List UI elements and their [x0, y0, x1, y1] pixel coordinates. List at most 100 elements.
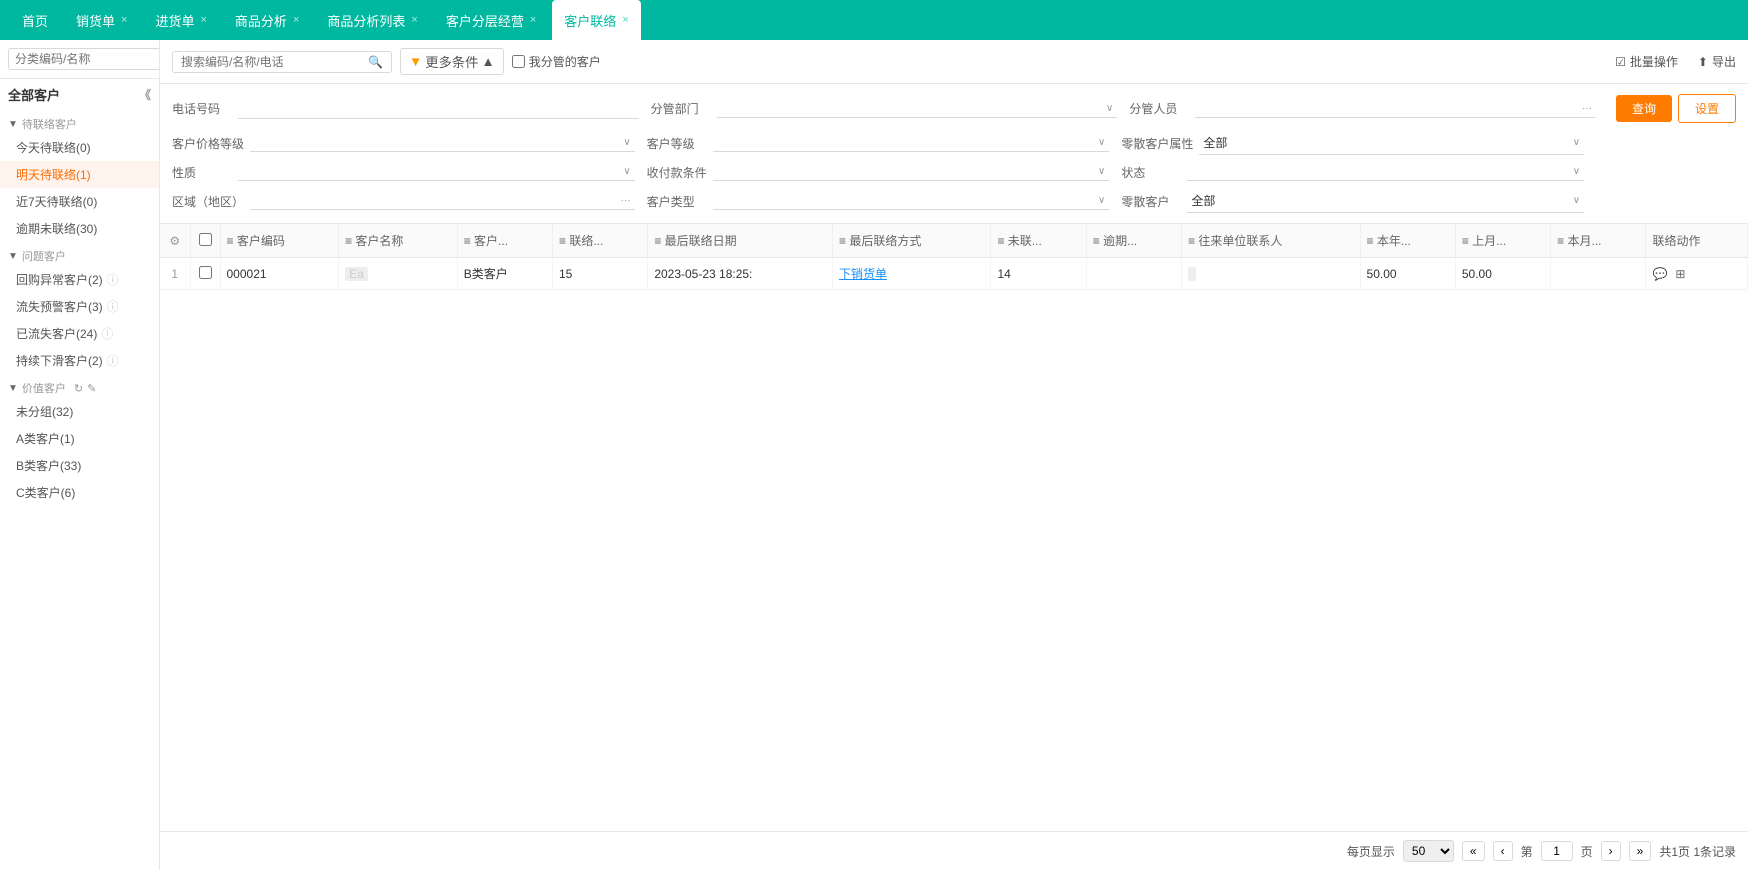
close-icon[interactable]: ×	[200, 14, 206, 26]
phone-input[interactable]	[238, 98, 639, 119]
payment-select[interactable]: ∨	[713, 163, 1110, 181]
sidebar-item-overdue[interactable]: 逾期未联络(30)	[0, 215, 159, 242]
filter-cell-region: 区域（地区） ···	[172, 192, 635, 210]
query-button[interactable]: 查询	[1616, 95, 1672, 122]
nav-customer-tier[interactable]: 客户分层经营 ×	[434, 0, 548, 40]
row-select-checkbox[interactable]	[199, 266, 212, 279]
sidebar-item-declining[interactable]: 持续下滑客户(2) ⓘ	[0, 347, 159, 374]
filter-row-4: 区域（地区） ··· 客户类型 ∨ 零散客户 全部	[172, 189, 1736, 213]
row-year-amount: 50.00	[1360, 258, 1455, 290]
filter-cell-price-level: 客户价格等级 ∨	[172, 134, 635, 152]
info-icon: ⓘ	[107, 271, 119, 288]
contact-icon[interactable]: 💬	[1652, 267, 1667, 281]
retail-select[interactable]: 全部 ∨	[1187, 189, 1584, 213]
col-this-month: ≡ 本月...	[1551, 224, 1646, 258]
filter-cell-nature: 性质 ∨	[172, 163, 635, 181]
col-settings: ⚙	[160, 224, 190, 258]
filter-actions: 查询 设置	[1608, 94, 1736, 123]
bulk-action-btn[interactable]: ☑ 批量操作	[1615, 53, 1678, 70]
sidebar-item-class-a[interactable]: A类客户(1)	[0, 425, 159, 452]
my-customers-filter[interactable]: 我分管的客户	[512, 53, 601, 70]
close-icon[interactable]: ×	[622, 14, 628, 26]
next-page-btn[interactable]: ›	[1601, 841, 1621, 861]
close-icon[interactable]: ×	[411, 14, 417, 26]
sidebar-item-class-c[interactable]: C类客户(6)	[0, 479, 159, 506]
sidebar-item-ungrouped[interactable]: 未分组(32)	[0, 398, 159, 425]
filter-cell-status: 状态 ∨	[1121, 163, 1584, 181]
checkbox-icon: ☑	[1615, 55, 1626, 69]
first-page-btn[interactable]: «	[1462, 841, 1485, 861]
edit-icon[interactable]: ✎	[87, 382, 96, 395]
sidebar-item-7days[interactable]: 近7天待联络(0)	[0, 188, 159, 215]
triangle-icon: ▼	[8, 251, 18, 262]
price-level-select[interactable]: ∨	[250, 134, 635, 152]
col-last-date: ≡ 最后联络日期	[648, 224, 833, 258]
sidebar-search-input[interactable]	[8, 48, 160, 70]
action-icons: 💬 ⊞	[1652, 267, 1741, 281]
row-type: B类客户	[457, 258, 552, 290]
total-records: 共1页 1条记录	[1659, 843, 1736, 860]
page-unit: 页	[1581, 843, 1593, 860]
all-customers-header[interactable]: 全部客户 《	[0, 79, 159, 110]
sidebar: 🔍 全部客户 《 ▼ 待联络客户 今天待联络(0) 明天待联络(1) 近7天待联…	[0, 40, 160, 870]
my-customers-checkbox[interactable]	[512, 55, 525, 68]
main-layout: 🔍 全部客户 《 ▼ 待联络客户 今天待联络(0) 明天待联络(1) 近7天待联…	[0, 40, 1748, 870]
nav-customer-contact[interactable]: 客户联络 ×	[552, 0, 640, 40]
col-uncontacted: ≡ 未联...	[991, 224, 1086, 258]
last-page-btn[interactable]: »	[1629, 841, 1652, 861]
advanced-filter-panel: 电话号码 分管部门 ∨ 分管人员 ···	[160, 84, 1748, 224]
export-btn[interactable]: ⬆ 导出	[1698, 53, 1736, 70]
filter-cell-dept: 分管部门 ∨	[651, 100, 1118, 118]
last-method-link[interactable]: 下销货单	[839, 267, 887, 281]
sidebar-item-repurchase-abnormal[interactable]: 回购异常客户(2) ⓘ	[0, 266, 159, 293]
row-name: Ea	[339, 258, 458, 290]
level-select[interactable]: ∨	[713, 134, 1110, 152]
reset-button[interactable]: 设置	[1678, 94, 1736, 123]
person-select[interactable]: ···	[1195, 100, 1596, 118]
search-input[interactable]	[181, 55, 364, 69]
page-size-select[interactable]: 50 100 200	[1403, 840, 1454, 862]
sidebar-item-class-b[interactable]: B类客户(33)	[0, 452, 159, 479]
settings-icon[interactable]: ⚙	[169, 234, 180, 248]
sidebar-item-churned[interactable]: 已流失客户(24) ⓘ	[0, 320, 159, 347]
filter-cell-phone: 电话号码	[172, 98, 639, 119]
more-conditions-btn[interactable]: ▼ 更多条件 ▲	[400, 48, 504, 75]
close-icon[interactable]: ×	[530, 14, 536, 26]
search-box: 🔍	[172, 51, 392, 73]
nav-home[interactable]: 首页	[10, 0, 60, 40]
collapse-icon[interactable]: 《	[139, 86, 151, 103]
close-icon[interactable]: ×	[293, 14, 299, 26]
col-action: 联络动作	[1646, 224, 1748, 258]
close-icon[interactable]: ×	[121, 14, 127, 26]
col-year-amount: ≡ 本年...	[1360, 224, 1455, 258]
nav-product-analysis[interactable]: 商品分析 ×	[223, 0, 311, 40]
nav-purchase[interactable]: 进货单 ×	[143, 0, 218, 40]
col-last-method: ≡ 最后联络方式	[832, 224, 990, 258]
filter-cell-retail: 零散客户 全部 ∨	[1121, 189, 1584, 213]
dots-icon: ···	[621, 195, 631, 206]
nav-sales[interactable]: 销货单 ×	[64, 0, 139, 40]
row-last-method: 下销货单	[832, 258, 990, 290]
info-icon: ⓘ	[107, 352, 119, 369]
dept-select[interactable]: ∨	[717, 100, 1118, 118]
search-icon[interactable]: 🔍	[368, 55, 383, 69]
customer-type-select[interactable]: ∨	[713, 192, 1110, 210]
info-icon: ⓘ	[107, 298, 119, 315]
sidebar-item-churn-warning[interactable]: 流失预警客户(3) ⓘ	[0, 293, 159, 320]
sidebar-item-tomorrow[interactable]: 明天待联络(1)	[0, 161, 159, 188]
region-select[interactable]: ···	[250, 192, 635, 210]
chevron-down-icon: ∨	[1106, 103, 1113, 114]
refresh-icon[interactable]: ↻	[74, 382, 83, 395]
nature-select[interactable]: ∨	[238, 163, 635, 181]
select-all-checkbox[interactable]	[199, 233, 212, 246]
sidebar-item-today[interactable]: 今天待联络(0)	[0, 134, 159, 161]
nav-product-list[interactable]: 商品分析列表 ×	[315, 0, 429, 40]
more-icon[interactable]: ⊞	[1675, 267, 1685, 281]
page-input[interactable]	[1541, 841, 1573, 861]
row-last-month: 50.00	[1455, 258, 1550, 290]
retail-attr-select[interactable]: 全部 ∨	[1199, 131, 1584, 155]
status-select[interactable]: ∨	[1187, 163, 1584, 181]
page-size-label: 每页显示	[1347, 843, 1395, 860]
prev-page-btn[interactable]: ‹	[1493, 841, 1513, 861]
chevron-down-icon: ∨	[623, 137, 630, 148]
